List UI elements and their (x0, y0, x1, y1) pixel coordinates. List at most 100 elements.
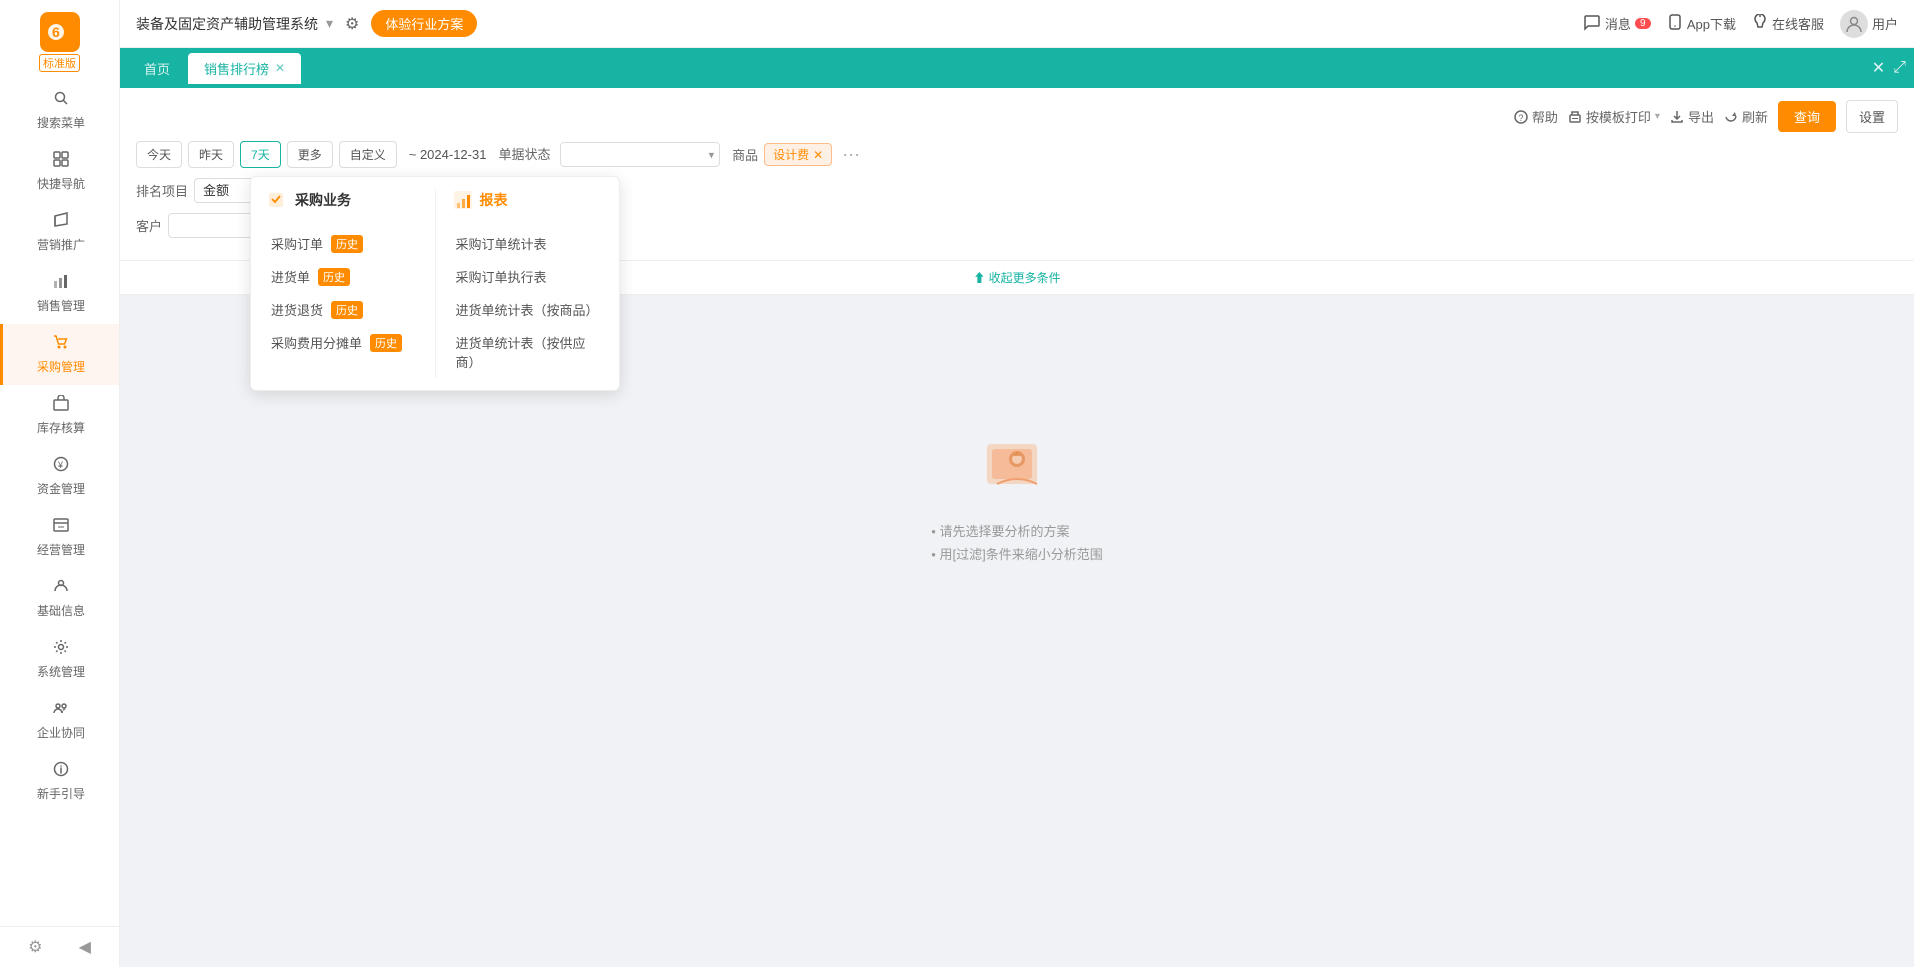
tab-close-btn[interactable]: ✕ (1872, 58, 1885, 78)
industry-btn[interactable]: 体验行业方案 (371, 10, 477, 37)
goods-dots[interactable]: ··· (842, 144, 860, 165)
report-section-label: 报表 (480, 190, 508, 210)
tab-bar: 首页 销售排行榜 ✕ ✕ ⤢ (120, 48, 1914, 88)
toolbar-refresh-btn[interactable]: 刷新 (1724, 107, 1768, 126)
sidebar-collapse-btn[interactable]: ◀ (79, 937, 91, 957)
sidebar-label-quick-nav: 快捷导航 (37, 175, 85, 192)
svg-text:?: ? (1518, 113, 1523, 123)
goods-tag-close[interactable]: ✕ (813, 148, 823, 162)
sidebar-label-finance: 资金管理 (37, 480, 85, 497)
message-icon (1583, 13, 1601, 34)
empty-hint1: 请先选择要分析的方案 (931, 520, 1102, 543)
rank-label: 排名项目 (136, 181, 188, 200)
sidebar-item-quick-nav[interactable]: 快捷导航 (0, 141, 119, 202)
tab-expand-btn[interactable]: ⤢ (1893, 59, 1906, 77)
basic-info-icon (53, 578, 69, 599)
inventory-icon (53, 395, 69, 416)
sidebar-label-system: 系统管理 (37, 663, 85, 680)
sidebar-settings-btn[interactable]: ⚙ (28, 937, 42, 957)
marketing-icon (53, 212, 69, 233)
dropdown-goods-receipt-report-supplier[interactable]: 进货单统计表（按供应商） (452, 326, 604, 378)
goods-label: 商品 (732, 145, 758, 164)
date-preset-yesterday[interactable]: 昨天 (188, 141, 234, 168)
toolbar-print-btn[interactable]: 按模板打印 ▾ (1568, 107, 1660, 126)
purchase-order-report-label: 采购订单统计表 (456, 234, 547, 253)
sidebar-item-marketing[interactable]: 营销推广 (0, 202, 119, 263)
date-preset-more[interactable]: 更多 (287, 141, 333, 168)
sidebar-item-inventory[interactable]: 库存核算 (0, 385, 119, 446)
sidebar-item-system[interactable]: 系统管理 (0, 629, 119, 690)
enterprise-icon (53, 700, 69, 721)
header-arrow-icon: ▾ (326, 15, 333, 32)
header-message[interactable]: 消息 9 (1583, 13, 1651, 34)
voucher-status-select[interactable] (560, 142, 720, 167)
tab-sales-rank[interactable]: 销售排行榜 ✕ (188, 53, 301, 84)
tab-close-icon[interactable]: ✕ (275, 61, 285, 75)
dropdown-goods-receipt-report-goods[interactable]: 进货单统计表（按商品） (452, 293, 604, 326)
collapse-icon: ⬆ (973, 271, 985, 285)
sidebar-item-guide[interactable]: 新手引导 (0, 751, 119, 812)
purchase-section-icon (267, 189, 289, 211)
logo-area: 6 标准版 (0, 0, 119, 80)
service-icon (1752, 14, 1768, 33)
sidebar-item-purchase[interactable]: 采购管理 (0, 324, 119, 385)
tab-sales-rank-label: 销售排行榜 (204, 59, 269, 78)
purchase-order-exec-label: 采购订单执行表 (456, 267, 547, 286)
collapse-label: 收起更多条件 (989, 271, 1061, 285)
header: 装备及固定资产辅助管理系统 ▾ ⚙ 体验行业方案 消息 9 App下载 (120, 0, 1914, 48)
purchase-fee-label: 采购费用分摊单 (271, 333, 362, 352)
dropdown-report-title: 报表 (452, 189, 604, 217)
header-title: 装备及固定资产辅助管理系统 ▾ ⚙ (136, 14, 359, 34)
date-preset-custom[interactable]: 自定义 (339, 141, 397, 168)
dropdown-purchase-order[interactable]: 采购订单 历史 (267, 227, 419, 260)
tab-home-label: 首页 (144, 59, 170, 78)
settings-btn[interactable]: 设置 (1846, 100, 1898, 133)
sidebar-label-basic-info: 基础信息 (37, 602, 85, 619)
tab-home[interactable]: 首页 (128, 53, 186, 84)
sidebar-item-sales[interactable]: 销售管理 (0, 263, 119, 324)
date-preset-7days[interactable]: 7天 (240, 141, 281, 168)
content-area: ? 帮助 按模板打印 ▾ 导出 (120, 88, 1914, 967)
sidebar-item-basic-info[interactable]: 基础信息 (0, 568, 119, 629)
sidebar-item-enterprise[interactable]: 企业协同 (0, 690, 119, 751)
date-preset-today[interactable]: 今天 (136, 141, 182, 168)
query-btn[interactable]: 查询 (1778, 101, 1836, 132)
sidebar-label-operations: 经营管理 (37, 541, 85, 558)
header-gear-icon[interactable]: ⚙ (345, 14, 359, 34)
sidebar-item-finance[interactable]: ¥ 资金管理 (0, 446, 119, 507)
header-user[interactable]: 用户 (1840, 10, 1898, 38)
sidebar-label-marketing: 营销推广 (37, 236, 85, 253)
sidebar-item-operations[interactable]: 经营管理 (0, 507, 119, 568)
svg-text:6: 6 (52, 24, 60, 40)
header-app-download[interactable]: App下载 (1667, 14, 1736, 33)
app-label: App下载 (1687, 14, 1736, 33)
header-online-service[interactable]: 在线客服 (1752, 14, 1824, 33)
dropdown-report-section: 报表 采购订单统计表 采购订单执行表 进货单统计表（按商品） 进货单统计表（按供… (435, 189, 620, 378)
goods-receipt-badge: 历史 (318, 268, 350, 286)
dropdown-goods-return[interactable]: 进货退货 历史 (267, 293, 419, 326)
date-range: 今天 昨天 7天 更多 自定义 ~ 2024-12-31 (136, 141, 486, 168)
purchase-section-label: 采购业务 (295, 190, 351, 210)
dropdown-goods-receipt[interactable]: 进货单 历史 (267, 260, 419, 293)
goods-tag-value: 设计费 (773, 146, 809, 163)
toolbar-help-btn[interactable]: ? 帮助 (1514, 107, 1558, 126)
date-range-value: ~ 2024-12-31 (409, 147, 487, 162)
purchase-fee-badge: 历史 (370, 334, 402, 352)
sidebar-label-sales: 销售管理 (37, 297, 85, 314)
user-avatar (1840, 10, 1868, 38)
dropdown-purchase-title: 采购业务 (267, 189, 419, 217)
dropdown-purchase-fee[interactable]: 采购费用分摊单 历史 (267, 326, 419, 359)
voucher-status-label: 单据状态 (498, 147, 550, 162)
report-section-icon (452, 189, 474, 211)
goods-receipt-report-supplier-label: 进货单统计表（按供应商） (456, 333, 600, 371)
dropdown-purchase-order-report[interactable]: 采购订单统计表 (452, 227, 604, 260)
quick-nav-icon (53, 151, 69, 172)
logo-icon: 6 (40, 12, 80, 52)
voucher-status-wrap: 单据状态 (498, 142, 720, 167)
dropdown-purchase-order-exec[interactable]: 采购订单执行表 (452, 260, 604, 293)
logo-tag: 标准版 (39, 54, 80, 72)
toolbar-export-btn[interactable]: 导出 (1670, 107, 1714, 126)
sidebar-item-search-menu[interactable]: 搜索菜单 (0, 80, 119, 141)
guide-icon (53, 761, 69, 782)
sidebar-label-purchase: 采购管理 (37, 358, 85, 375)
